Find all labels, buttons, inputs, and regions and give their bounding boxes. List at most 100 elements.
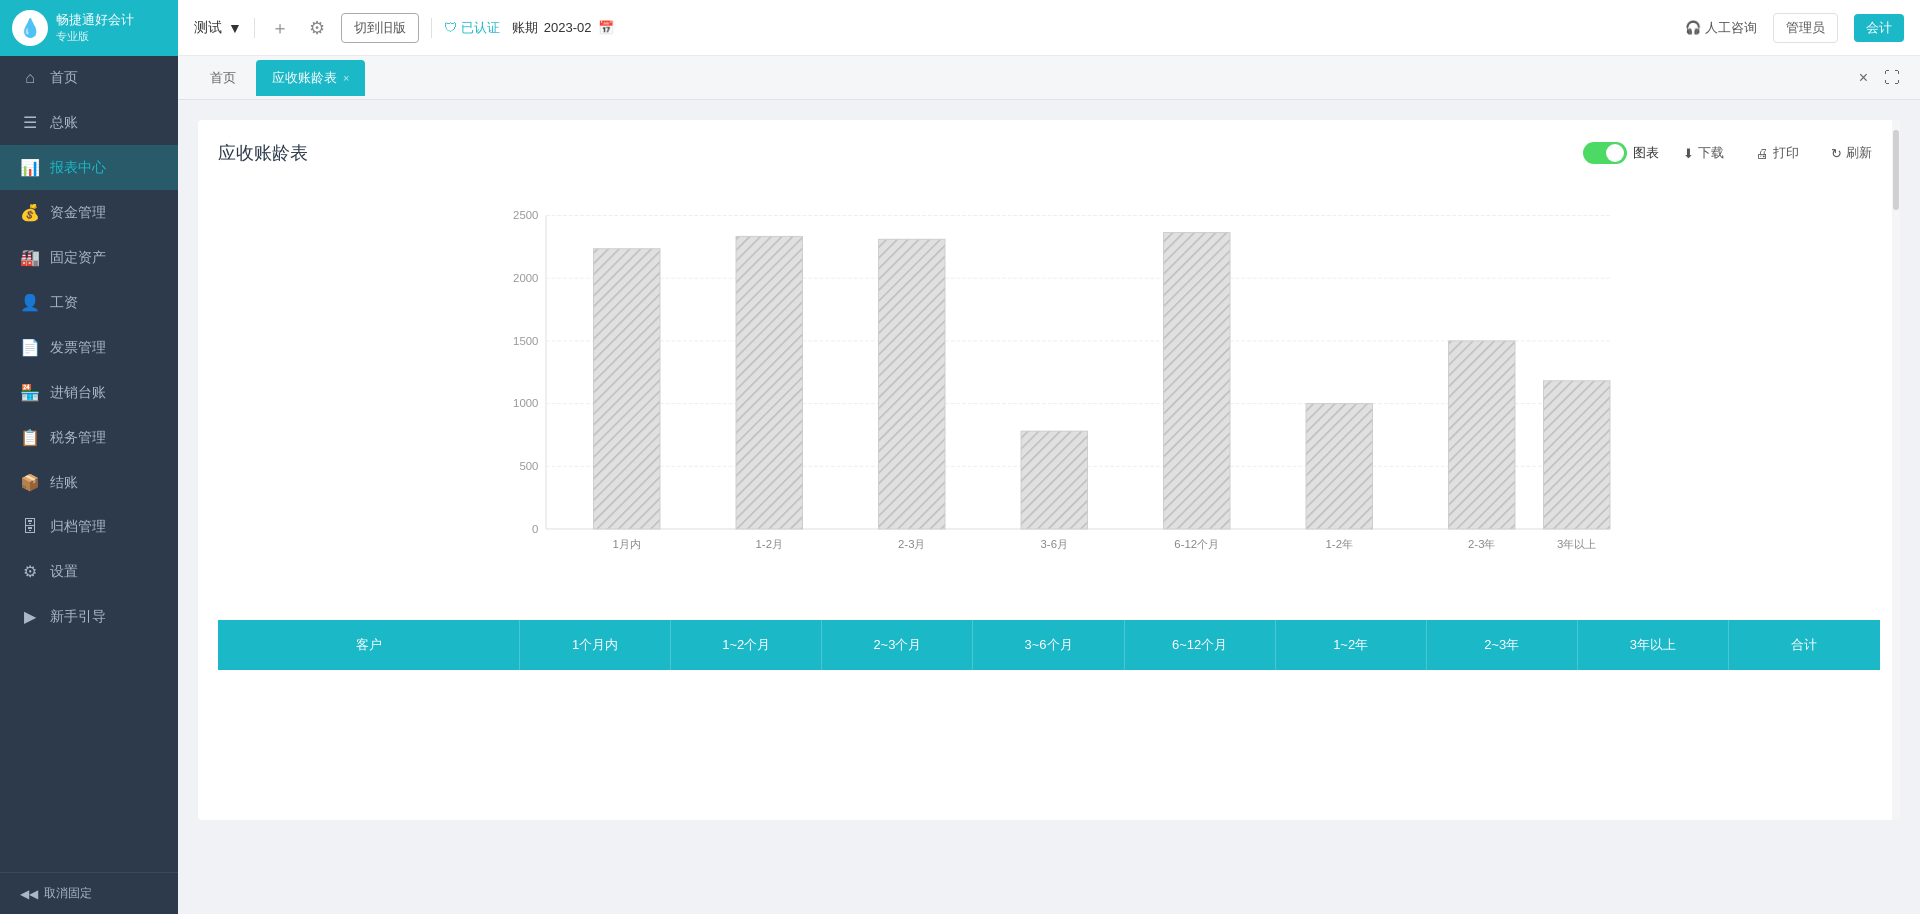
sidebar-item-purchase[interactable]: 🏪 进销台账 [0, 370, 178, 415]
tab-home-label: 首页 [210, 69, 236, 87]
th-6~12个月: 6~12个月 [1125, 620, 1276, 670]
sidebar-label-home: 首页 [50, 69, 78, 87]
page-scrollbar[interactable] [1892, 120, 1900, 820]
chart-container: 0 500 1000 1500 2000 2500 1月内 1-2月 2-3月 [218, 186, 1880, 616]
sidebar-label-invoices: 发票管理 [50, 339, 106, 357]
scroll-thumb [1893, 130, 1899, 210]
topbar: 测试 ▼ ＋ ⚙ 切到旧版 🛡 已认证 账期 2023-02 📅 🎧 人工咨询 … [178, 0, 1920, 56]
settings-icon-button[interactable]: ⚙ [305, 13, 329, 43]
sidebar-item-ledger[interactable]: ☰ 总账 [0, 100, 178, 145]
sidebar-item-guide[interactable]: ▶ 新手引导 [0, 594, 178, 639]
sidebar-icon-invoices: 📄 [20, 338, 40, 357]
th-1~2年: 1~2年 [1276, 620, 1427, 670]
bar-3-6月 [1021, 431, 1088, 529]
sidebar-item-closing[interactable]: 📦 结账 [0, 460, 178, 505]
workspace-selector[interactable]: 测试 ▼ [194, 19, 242, 37]
svg-text:3-6月: 3-6月 [1041, 538, 1068, 550]
bar-1-2年 [1306, 404, 1373, 529]
expand-window-button[interactable]: ⛶ [1880, 65, 1904, 91]
role-button[interactable]: 会计 [1854, 14, 1904, 42]
sidebar-item-assets[interactable]: 🏭 固定资产 [0, 235, 178, 280]
page-actions: 图表 ⬇ 下载 🖨 打印 ↻ 刷新 [1583, 140, 1880, 166]
sidebar-item-tax[interactable]: 📋 税务管理 [0, 415, 178, 460]
bar-1月内 [594, 249, 661, 529]
sidebar-icon-archive: 🗄 [20, 518, 40, 536]
svg-text:1000: 1000 [513, 397, 538, 409]
sidebar-item-home[interactable]: ⌂ 首页 [0, 56, 178, 100]
sidebar-icon-funds: 💰 [20, 203, 40, 222]
switch-version-button[interactable]: 切到旧版 [341, 13, 419, 43]
sidebar-icon-settings: ⚙ [20, 562, 40, 581]
tabbar-right: × ⛶ [1855, 65, 1904, 91]
sidebar-icon-ledger: ☰ [20, 113, 40, 132]
tab-active[interactable]: 应收账龄表 × [256, 60, 365, 96]
sidebar-item-invoices[interactable]: 📄 发票管理 [0, 325, 178, 370]
svg-text:1-2年: 1-2年 [1326, 538, 1353, 550]
cancel-pin-label: 取消固定 [44, 885, 92, 902]
verified-status: 🛡 已认证 [444, 19, 500, 37]
divider-1 [254, 18, 255, 38]
th-1个月内: 1个月内 [520, 620, 671, 670]
svg-text:6-12个月: 6-12个月 [1174, 538, 1219, 550]
topbar-right: 🎧 人工咨询 管理员 会计 [1685, 13, 1904, 43]
tab-home[interactable]: 首页 [194, 60, 252, 96]
sidebar-label-reports: 报表中心 [50, 159, 106, 177]
tabbar: 首页 应收账龄表 × × ⛶ [178, 56, 1920, 100]
th-1~2个月: 1~2个月 [671, 620, 822, 670]
svg-text:500: 500 [519, 460, 538, 472]
th-合计: 合计 [1729, 620, 1880, 670]
svg-text:1月内: 1月内 [613, 538, 641, 550]
bar-chart-svg: 0 500 1000 1500 2000 2500 1月内 1-2月 2-3月 [278, 206, 1840, 586]
headset-icon: 🎧 [1685, 20, 1701, 35]
svg-text:1-2月: 1-2月 [756, 538, 783, 550]
svg-text:2-3月: 2-3月 [898, 538, 925, 550]
content-area: 应收账龄表 图表 ⬇ 下载 🖨 打印 ↻ [178, 100, 1920, 914]
download-icon: ⬇ [1683, 146, 1694, 161]
sidebar-label-funds: 资金管理 [50, 204, 106, 222]
th-3~6个月: 3~6个月 [973, 620, 1124, 670]
print-button[interactable]: 🖨 打印 [1748, 140, 1807, 166]
refresh-button[interactable]: ↻ 刷新 [1823, 140, 1880, 166]
tab-active-label: 应收账龄表 [272, 69, 337, 87]
page-container: 应收账龄表 图表 ⬇ 下载 🖨 打印 ↻ [198, 120, 1900, 820]
sidebar-nav: ⌂ 首页☰ 总账📊 报表中心💰 资金管理🏭 固定资产👤 工资📄 发票管理🏪 进销… [0, 56, 178, 872]
th-3年以上: 3年以上 [1578, 620, 1729, 670]
bar-2-3月 [879, 239, 946, 529]
sidebar-item-payroll[interactable]: 👤 工资 [0, 280, 178, 325]
period-value: 2023-02 [544, 20, 592, 35]
bar-1-2月 [736, 236, 803, 529]
tab-close-icon[interactable]: × [343, 72, 349, 84]
support-button[interactable]: 🎧 人工咨询 [1685, 19, 1757, 37]
svg-text:2500: 2500 [513, 209, 538, 221]
sidebar: 💧 畅捷通好会计 专业版 ⌂ 首页☰ 总账📊 报表中心💰 资金管理🏭 固定资产👤… [0, 0, 178, 914]
sidebar-label-ledger: 总账 [50, 114, 78, 132]
support-label: 人工咨询 [1705, 19, 1757, 37]
sidebar-icon-guide: ▶ [20, 607, 40, 626]
sidebar-item-archive[interactable]: 🗄 归档管理 [0, 505, 178, 549]
download-button[interactable]: ⬇ 下载 [1675, 140, 1732, 166]
sidebar-item-reports[interactable]: 📊 报表中心 [0, 145, 178, 190]
sidebar-item-settings[interactable]: ⚙ 设置 [0, 549, 178, 594]
shield-icon: 🛡 [444, 20, 457, 35]
sidebar-icon-home: ⌂ [20, 69, 40, 87]
logo-line1: 畅捷通好会计 [56, 12, 134, 29]
sidebar-icon-reports: 📊 [20, 158, 40, 177]
workspace-dropdown-icon: ▼ [228, 20, 242, 36]
svg-text:2-3年: 2-3年 [1468, 538, 1495, 550]
chart-toggle[interactable] [1583, 142, 1627, 164]
pin-icon: ◀◀ [20, 887, 38, 901]
period-selector[interactable]: 账期 2023-02 📅 [512, 19, 614, 37]
table-header: 客户1个月内1~2个月2~3个月3~6个月6~12个月1~2年2~3年3年以上合… [218, 620, 1880, 670]
add-button[interactable]: ＋ [267, 12, 293, 44]
cancel-pin-button[interactable]: ◀◀ 取消固定 [0, 872, 178, 914]
svg-text:1500: 1500 [513, 335, 538, 347]
manager-button[interactable]: 管理员 [1773, 13, 1838, 43]
main-area: 测试 ▼ ＋ ⚙ 切到旧版 🛡 已认证 账期 2023-02 📅 🎧 人工咨询 … [178, 0, 1920, 914]
th-2~3年: 2~3年 [1427, 620, 1578, 670]
svg-text:0: 0 [532, 523, 538, 535]
sidebar-icon-closing: 📦 [20, 473, 40, 492]
sidebar-item-funds[interactable]: 💰 资金管理 [0, 190, 178, 235]
sidebar-label-assets: 固定资产 [50, 249, 106, 267]
close-window-button[interactable]: × [1855, 65, 1872, 91]
sidebar-icon-payroll: 👤 [20, 293, 40, 312]
